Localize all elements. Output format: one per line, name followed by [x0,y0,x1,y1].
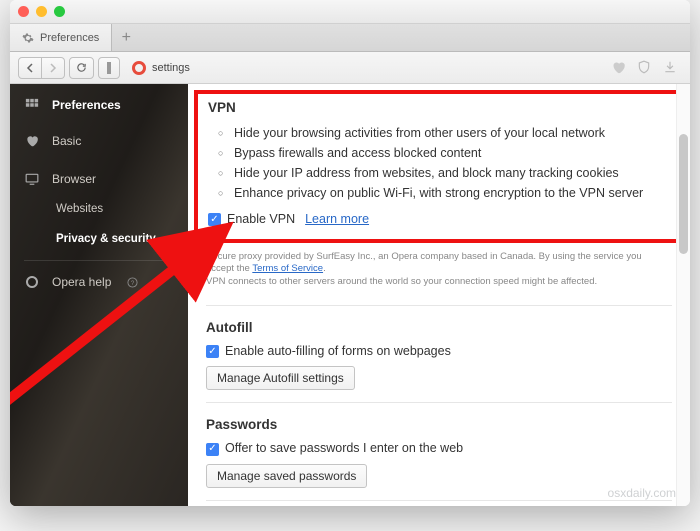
vpn-learn-more-link[interactable]: Learn more [305,211,369,229]
forward-button[interactable] [42,57,65,79]
zoom-window-button[interactable] [54,6,65,17]
enable-vpn-label: Enable VPN [227,211,295,229]
vpn-point: Hide your IP address from websites, and … [222,163,666,183]
tab-bar: Preferences + [10,24,690,52]
vpn-point: Hide your browsing activities from other… [222,123,666,143]
watermark: osxdaily.com [608,486,676,500]
tab-title: Preferences [40,32,99,44]
settings-main: VPN Hide your browsing activities from o… [188,84,690,506]
vpn-heading: VPN [208,100,666,115]
enable-vpn-checkbox[interactable]: ✓ [208,213,221,226]
sidebar-item-basic[interactable]: Basic [10,126,188,156]
address-text: settings [152,62,190,74]
new-tab-button[interactable]: + [112,24,140,51]
gear-icon [22,32,34,44]
passwords-heading: Passwords [206,417,672,432]
terms-of-service-link[interactable]: Terms of Service [252,263,323,274]
sidebar-header: Preferences [10,90,188,120]
sidebar-item-websites[interactable]: Websites [10,194,188,224]
settings-sidebar: Preferences Basic Browser We [10,84,188,506]
vpn-fineprint: Secure proxy provided by SurfEasy Inc., … [188,247,690,299]
titlebar [10,0,690,24]
enable-autofill-checkbox[interactable]: ✓ [206,345,219,358]
content-area: Preferences Basic Browser We [10,84,690,506]
vpn-feature-list: Hide your browsing activities from other… [208,123,666,203]
shield-icon[interactable] [632,60,656,75]
back-button[interactable] [18,57,42,79]
sidebar-item-privacy[interactable]: Privacy & security [10,224,188,254]
autofill-heading: Autofill [206,320,672,335]
offer-passwords-checkbox[interactable]: ✓ [206,443,219,456]
vpn-highlight-box: VPN Hide your browsing activities from o… [194,90,680,243]
manage-passwords-button[interactable]: Manage saved passwords [206,464,367,488]
vpn-point: Enhance privacy on public Wi-Fi, with st… [222,183,666,203]
grid-icon [24,98,40,112]
svg-text:?: ? [131,279,135,286]
browser-window: Preferences + settings [10,0,690,506]
home-button[interactable] [98,57,120,79]
toolbar: settings [10,52,690,84]
tab-preferences[interactable]: Preferences [10,24,112,51]
autofill-section: Autofill ✓ Enable auto-filling of forms … [188,312,690,397]
scrollbar-thumb[interactable] [679,134,688,254]
scrollbar[interactable] [676,84,690,506]
sidebar-item-browser[interactable]: Browser [10,164,188,194]
vpn-point: Bypass firewalls and access blocked cont… [222,143,666,163]
address-bar[interactable]: settings [124,61,602,75]
enable-autofill-label: Enable auto-filling of forms on webpages [225,343,451,361]
monitor-icon [24,172,40,186]
download-icon[interactable] [658,60,682,75]
heart-icon [24,134,40,148]
reload-button[interactable] [69,57,94,79]
sidebar-item-help[interactable]: Opera help ? [10,267,188,297]
manage-autofill-button[interactable]: Manage Autofill settings [206,366,355,390]
help-circle-icon: ? [127,277,138,288]
close-window-button[interactable] [18,6,29,17]
opera-small-icon [24,276,40,288]
opera-icon [132,61,146,75]
offer-passwords-label: Offer to save passwords I enter on the w… [225,440,463,458]
heart-icon[interactable] [606,60,630,75]
minimize-window-button[interactable] [36,6,47,17]
passwords-section: Passwords ✓ Offer to save passwords I en… [188,409,690,494]
